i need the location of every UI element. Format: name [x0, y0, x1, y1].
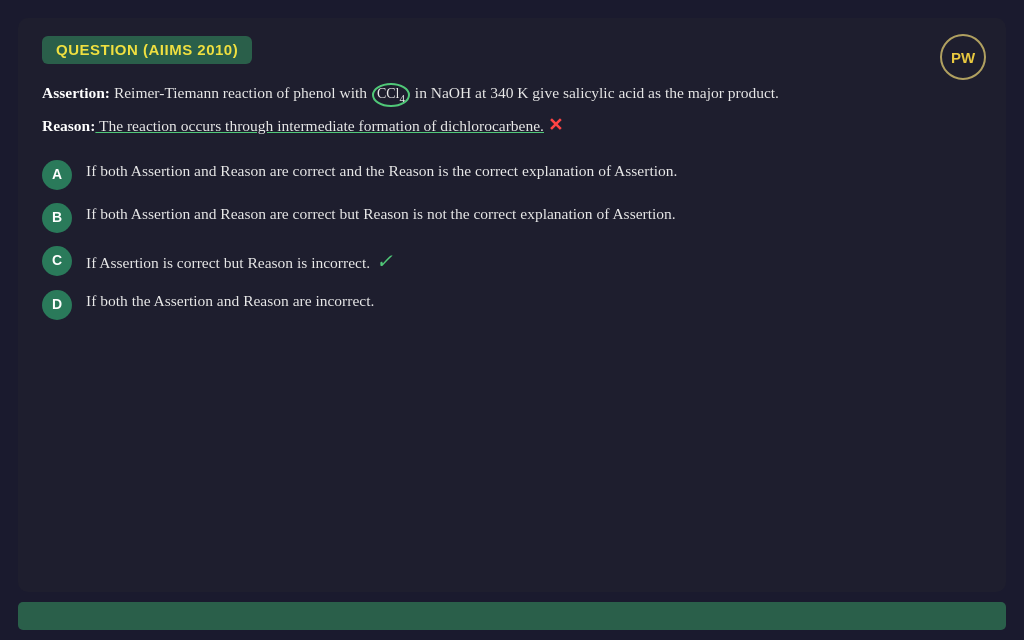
x-annotation: ✕	[548, 115, 563, 135]
bottom-bar	[18, 602, 1006, 630]
ccl4-subscript: 4	[399, 92, 405, 104]
logo-text: PW	[951, 50, 975, 65]
assertion-text-before: Reimer-Tiemann reaction of phenol with	[110, 84, 371, 101]
option-badge-d: D	[42, 290, 72, 320]
pw-logo: PW	[940, 34, 986, 80]
option-id-b: B	[52, 206, 62, 229]
option-row-c[interactable]: C If Assertion is correct but Reason is …	[42, 245, 982, 277]
assertion-label: Assertion:	[42, 84, 110, 101]
content-area: Assertion: Reimer-Tiemann reaction of ph…	[42, 80, 982, 320]
option-id-a: A	[52, 163, 62, 186]
checkmark-annotation: ✓	[376, 250, 393, 272]
question-label: QUESTION (AIIMS 2010)	[56, 41, 238, 58]
question-header: QUESTION (AIIMS 2010)	[42, 36, 252, 64]
reason-label: Reason:	[42, 117, 95, 134]
ccl4-formula: CCl4	[372, 83, 410, 107]
option-badge-a: A	[42, 160, 72, 190]
option-badge-c: C	[42, 246, 72, 276]
option-row-a[interactable]: A If both Assertion and Reason are corre…	[42, 159, 982, 190]
option-text-b: If both Assertion and Reason are correct…	[86, 202, 982, 227]
ccl4-main: CCl	[377, 86, 400, 101]
option-badge-b: B	[42, 203, 72, 233]
option-row-b[interactable]: B If both Assertion and Reason are corre…	[42, 202, 982, 233]
options-list: A If both Assertion and Reason are corre…	[42, 159, 982, 320]
question-card: QUESTION (AIIMS 2010) PW Assertion: Reim…	[18, 18, 1006, 592]
option-id-c: C	[52, 249, 62, 272]
assertion-line: Assertion: Reimer-Tiemann reaction of ph…	[42, 80, 982, 107]
option-row-d[interactable]: D If both the Assertion and Reason are i…	[42, 289, 982, 320]
option-id-d: D	[52, 293, 62, 316]
option-text-d: If both the Assertion and Reason are inc…	[86, 289, 982, 314]
option-text-c: If Assertion is correct but Reason is in…	[86, 245, 982, 277]
option-text-a: If both Assertion and Reason are correct…	[86, 159, 982, 184]
assertion-text-after: in NaOH at 340 K give salicylic acid as …	[411, 84, 779, 101]
reason-line: Reason: The reaction occurs through inte…	[42, 111, 982, 141]
reason-text: The reaction occurs through intermediate…	[95, 117, 544, 134]
